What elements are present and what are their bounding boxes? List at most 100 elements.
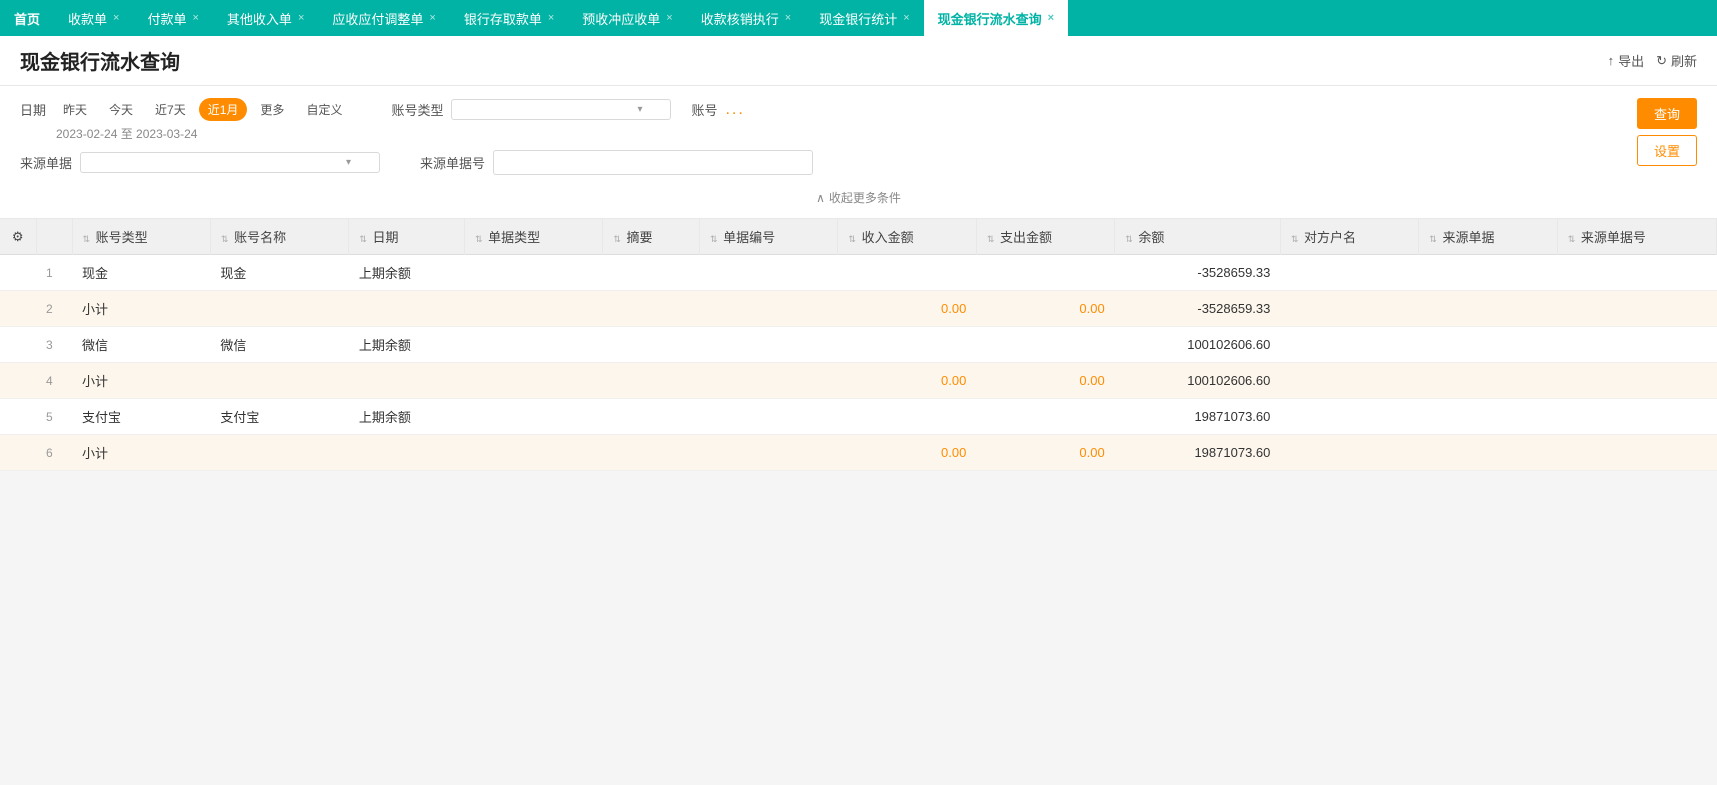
- export-icon: ↑: [1608, 53, 1615, 68]
- row-checkbox-cell: [0, 291, 36, 327]
- account-filter: 账号 ...: [691, 100, 744, 119]
- row-expense: 0.00: [976, 435, 1114, 471]
- row-counterpart: [1280, 435, 1418, 471]
- sort-icon: ⇅: [1429, 234, 1437, 244]
- row-income: 0.00: [838, 435, 976, 471]
- col-summary[interactable]: ⇅ 摘要: [603, 219, 700, 255]
- col-doc-type[interactable]: ⇅ 单据类型: [464, 219, 602, 255]
- close-icon[interactable]: ×: [192, 12, 198, 24]
- col-income[interactable]: ⇅ 收入金额: [838, 219, 976, 255]
- row-date: 上期余额: [349, 327, 465, 363]
- date-filter: 日期 昨天 今天 近7天 近1月 更多 自定义: [20, 98, 351, 121]
- nav-tab-collection[interactable]: 收款核销执行 ×: [687, 0, 805, 36]
- row-account-name: [210, 435, 348, 471]
- close-icon[interactable]: ×: [298, 12, 304, 24]
- col-date[interactable]: ⇅ 日期: [349, 219, 465, 255]
- nav-tab-prepay[interactable]: 预收冲应收单 ×: [568, 0, 686, 36]
- date-btn-7days[interactable]: 近7天: [146, 98, 195, 121]
- row-date: [349, 291, 465, 327]
- row-counterpart: [1280, 255, 1418, 291]
- table-row[interactable]: 5 支付宝 支付宝 上期余额 19871073.60: [0, 399, 1717, 435]
- close-icon[interactable]: ×: [113, 12, 119, 24]
- source-doc-select[interactable]: ▾: [80, 152, 380, 173]
- row-counterpart: [1280, 291, 1418, 327]
- row-doc-no: [700, 327, 838, 363]
- table-row[interactable]: 2 小计 0.00 0.00 -3528659.33: [0, 291, 1717, 327]
- row-expense: [976, 255, 1114, 291]
- row-source-doc-no: [1557, 435, 1716, 471]
- nav-tab-payments[interactable]: 付款单 ×: [133, 0, 212, 36]
- row-account-type: 微信: [72, 327, 210, 363]
- nav-tab-bank-deposit[interactable]: 银行存取款单 ×: [450, 0, 568, 36]
- row-summary: [603, 435, 700, 471]
- col-account-type[interactable]: ⇅ 账号类型: [72, 219, 210, 255]
- col-balance[interactable]: ⇅ 余额: [1115, 219, 1281, 255]
- row-checkbox-cell: [0, 255, 36, 291]
- col-source-doc[interactable]: ⇅ 来源单据: [1419, 219, 1557, 255]
- table-row[interactable]: 6 小计 0.00 0.00 19871073.60: [0, 435, 1717, 471]
- source-doc-filter: 来源单据 ▾: [20, 152, 380, 173]
- date-btn-yesterday[interactable]: 昨天: [54, 98, 96, 121]
- nav-tab-statistics[interactable]: 现金银行统计 ×: [805, 0, 923, 36]
- chevron-down-icon: ▾: [346, 157, 351, 168]
- sort-icon: ⇅: [359, 234, 367, 244]
- col-counterpart[interactable]: ⇅ 对方户名: [1280, 219, 1418, 255]
- row-number: 6: [36, 435, 72, 471]
- table-settings-col[interactable]: ⚙: [0, 219, 36, 255]
- account-dots-button[interactable]: ...: [725, 101, 744, 119]
- account-type-select[interactable]: ▾: [451, 99, 671, 120]
- row-doc-type: [464, 291, 602, 327]
- collapse-bar[interactable]: ∧ 收起更多条件: [20, 189, 1697, 206]
- refresh-button[interactable]: ↻ 刷新: [1656, 51, 1697, 70]
- close-icon[interactable]: ×: [785, 12, 791, 24]
- date-btn-custom[interactable]: 自定义: [297, 98, 351, 121]
- row-account-name: [210, 363, 348, 399]
- row-date: [349, 363, 465, 399]
- col-source-doc-no[interactable]: ⇅ 来源单据号: [1557, 219, 1716, 255]
- close-icon[interactable]: ×: [903, 12, 909, 24]
- row-account-name: 现金: [210, 255, 348, 291]
- query-button[interactable]: 查询: [1637, 98, 1697, 129]
- row-number: 3: [36, 327, 72, 363]
- sort-icon: ⇅: [710, 234, 718, 244]
- gear-icon[interactable]: ⚙: [12, 229, 24, 244]
- date-btn-more[interactable]: 更多: [251, 98, 293, 121]
- nav-tab-receipts[interactable]: 收款单 ×: [54, 0, 133, 36]
- table-row[interactable]: 4 小计 0.00 0.00 100102606.60: [0, 363, 1717, 399]
- nav-tab-adjustment[interactable]: 应收应付调整单 ×: [318, 0, 449, 36]
- account-label: 账号: [691, 100, 717, 119]
- row-balance: -3528659.33: [1115, 255, 1281, 291]
- col-account-name[interactable]: ⇅ 账号名称: [210, 219, 348, 255]
- filter-row-date: 日期 昨天 今天 近7天 近1月 更多 自定义 账号类型 ▾: [20, 98, 1607, 121]
- row-checkbox-cell: [0, 327, 36, 363]
- date-btn-today[interactable]: 今天: [100, 98, 142, 121]
- nav-tab-other-income[interactable]: 其他收入单 ×: [213, 0, 318, 36]
- nav-home[interactable]: 首页: [0, 0, 54, 36]
- data-table-container: ⚙ ⇅ 账号类型 ⇅ 账号名称 ⇅ 日期 ⇅ 单据类型: [0, 219, 1717, 471]
- close-icon[interactable]: ×: [666, 12, 672, 24]
- row-account-type: 小计: [72, 435, 210, 471]
- date-btn-1month[interactable]: 近1月: [199, 98, 248, 121]
- close-icon[interactable]: ×: [1048, 12, 1054, 24]
- row-summary: [603, 291, 700, 327]
- row-summary: [603, 255, 700, 291]
- close-icon[interactable]: ×: [429, 12, 435, 24]
- source-doc-no-input[interactable]: [493, 150, 813, 175]
- row-doc-no: [700, 255, 838, 291]
- settings-button[interactable]: 设置: [1637, 135, 1697, 166]
- export-button[interactable]: ↑ 导出: [1608, 51, 1645, 70]
- nav-tab-flow-query[interactable]: 现金银行流水查询 ×: [924, 0, 1068, 36]
- row-doc-type: [464, 327, 602, 363]
- action-buttons: 查询 设置: [1637, 98, 1697, 166]
- row-income: 0.00: [838, 363, 976, 399]
- sort-icon: ⇅: [475, 234, 483, 244]
- col-expense[interactable]: ⇅ 支出金额: [976, 219, 1114, 255]
- col-doc-no[interactable]: ⇅ 单据编号: [700, 219, 838, 255]
- table-row[interactable]: 1 现金 现金 上期余额 -3528659.33: [0, 255, 1717, 291]
- date-buttons: 昨天 今天 近7天 近1月 更多 自定义: [54, 98, 351, 121]
- row-expense: [976, 399, 1114, 435]
- table-row[interactable]: 3 微信 微信 上期余额 100102606.60: [0, 327, 1717, 363]
- row-source-doc: [1419, 399, 1557, 435]
- row-source-doc-no: [1557, 327, 1716, 363]
- close-icon[interactable]: ×: [548, 12, 554, 24]
